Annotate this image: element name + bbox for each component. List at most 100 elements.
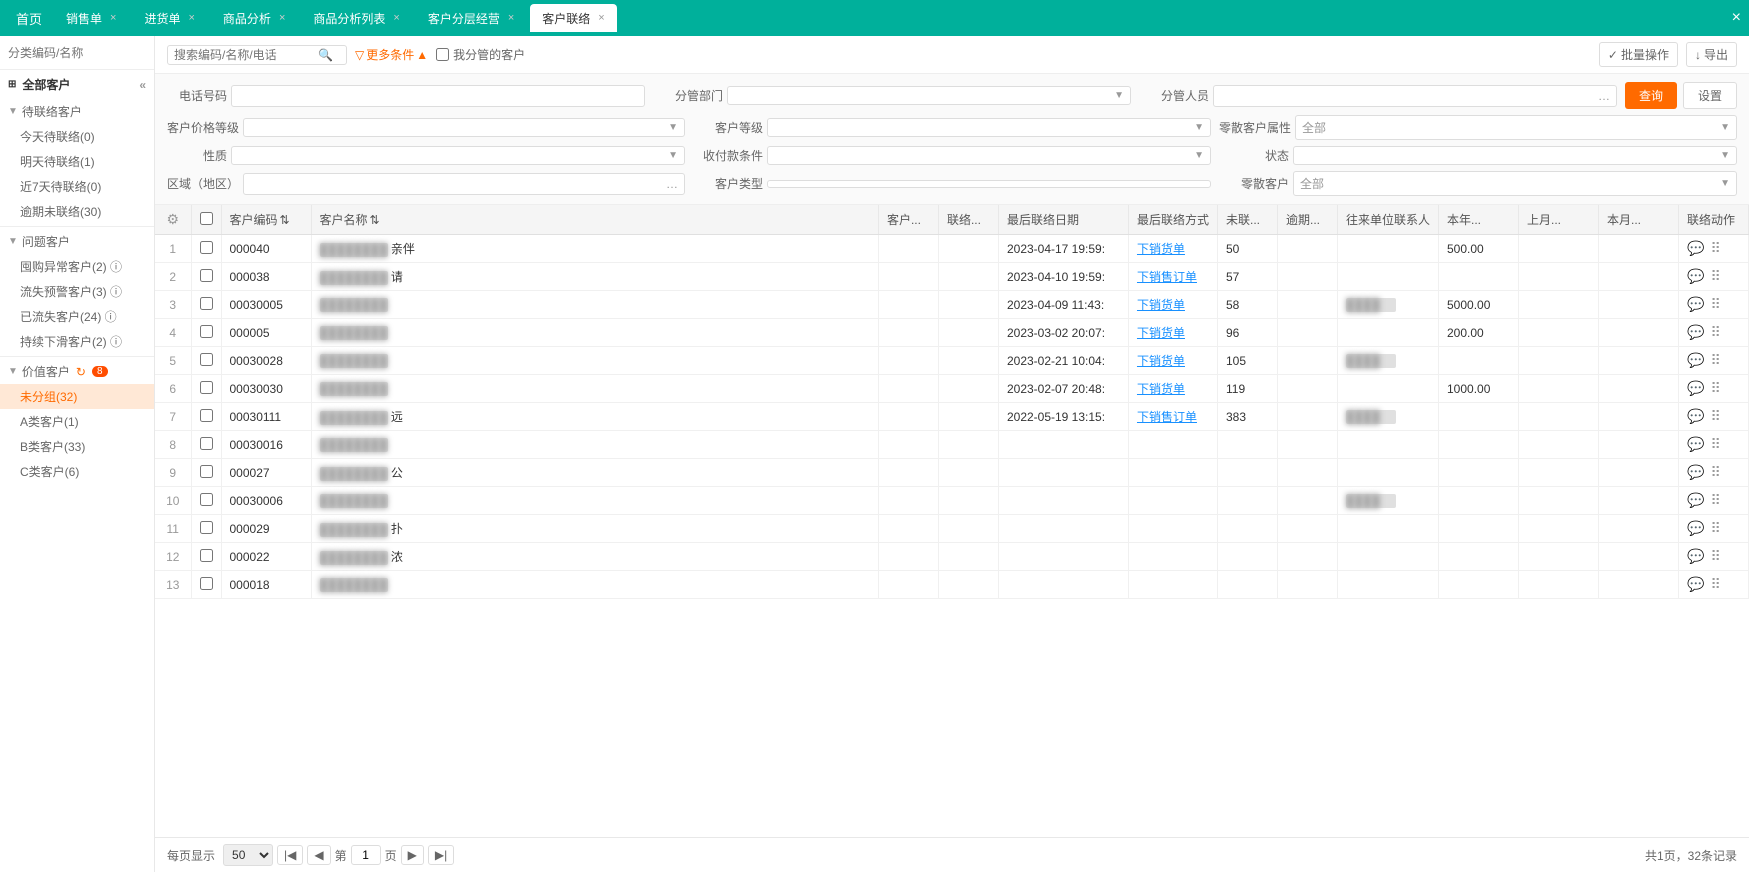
row-checkbox-cell[interactable] (191, 543, 221, 571)
dept-select[interactable]: ▼ (727, 86, 1131, 105)
all-customers-header[interactable]: ⊞ 全部客户 « (0, 70, 154, 99)
zero-attr-select[interactable]: 全部 ▼ (1295, 115, 1737, 140)
person-select[interactable]: … (1213, 85, 1617, 107)
row-action[interactable]: 💬 ⠿ (1679, 347, 1749, 375)
row-last-way[interactable]: 下销货单 (1128, 291, 1217, 319)
tab-product-analysis-list[interactable]: 商品分析列表 × (301, 4, 411, 32)
more-action-icon[interactable]: ⠿ (1710, 296, 1720, 313)
last-way-link[interactable]: 下销货单 (1137, 298, 1185, 312)
page-size-select[interactable]: 50 20 100 (223, 844, 273, 866)
status-select[interactable]: ▼ (1293, 146, 1737, 165)
last-way-link[interactable]: 下销货单 (1137, 242, 1185, 256)
chat-icon[interactable]: 💬 (1687, 464, 1704, 481)
sidebar-item-c-class[interactable]: C类客户(6) (0, 459, 154, 484)
sidebar-item-churned[interactable]: 已流失客户(24) ⓘ (0, 304, 154, 329)
row-action[interactable]: 💬 ⠿ (1679, 487, 1749, 515)
current-page-input[interactable] (351, 845, 381, 865)
chat-icon[interactable]: 💬 (1687, 436, 1704, 453)
last-way-link[interactable]: 下销货单 (1137, 382, 1185, 396)
my-customers-check[interactable] (436, 48, 449, 61)
zero-customer-select[interactable]: 全部 ▼ (1293, 171, 1737, 196)
chat-icon[interactable]: 💬 (1687, 576, 1704, 593)
row-checkbox-cell[interactable] (191, 431, 221, 459)
more-action-icon[interactable]: ⠿ (1710, 492, 1720, 509)
chat-icon[interactable]: 💬 (1687, 324, 1704, 341)
row-checkbox[interactable] (200, 409, 213, 422)
prev-page-button[interactable]: ◀ (307, 845, 330, 865)
row-last-way[interactable]: 下销货单 (1128, 347, 1217, 375)
row-action[interactable]: 💬 ⠿ (1679, 291, 1749, 319)
row-checkbox-cell[interactable] (191, 487, 221, 515)
row-action[interactable]: 💬 ⠿ (1679, 459, 1749, 487)
row-checkbox[interactable] (200, 297, 213, 310)
bulk-operations-button[interactable]: ✓ 批量操作 (1599, 42, 1678, 67)
sidebar-item-b-class[interactable]: B类客户(33) (0, 434, 154, 459)
tab-customer-segment[interactable]: 客户分层经营 × (416, 4, 526, 32)
row-checkbox-cell[interactable] (191, 571, 221, 599)
sidebar-group-problem[interactable]: ▼ 问题客户 (0, 229, 154, 254)
first-page-button[interactable]: |◀ (277, 845, 303, 865)
sidebar-item-today-pending[interactable]: 今天待联络(0) (0, 124, 154, 149)
row-checkbox[interactable] (200, 353, 213, 366)
sidebar-item-a-class[interactable]: A类客户(1) (0, 409, 154, 434)
select-all-checkbox[interactable] (200, 212, 213, 225)
next-page-button[interactable]: ▶ (401, 845, 424, 865)
row-action[interactable]: 💬 ⠿ (1679, 263, 1749, 291)
tab-customer-contact[interactable]: 客户联络 × (530, 4, 616, 32)
more-action-icon[interactable]: ⠿ (1710, 548, 1720, 565)
close-customer-contact-tab[interactable]: × (598, 12, 604, 24)
row-action[interactable]: 💬 ⠿ (1679, 319, 1749, 347)
region-dots-icon[interactable]: … (666, 177, 678, 191)
chat-icon[interactable]: 💬 (1687, 548, 1704, 565)
more-action-icon[interactable]: ⠿ (1710, 408, 1720, 425)
more-action-icon[interactable]: ⠿ (1710, 352, 1720, 369)
row-checkbox[interactable] (200, 465, 213, 478)
row-checkbox[interactable] (200, 521, 213, 534)
chat-icon[interactable]: 💬 (1687, 380, 1704, 397)
sidebar-group-pending[interactable]: ▼ 待联络客户 (0, 99, 154, 124)
sidebar-item-ungroup[interactable]: 未分组(32) (0, 384, 154, 409)
sidebar-item-churn-warning[interactable]: 流失预警客户(3) ⓘ (0, 279, 154, 304)
payment-select[interactable]: ▼ (767, 146, 1211, 165)
chat-icon[interactable]: 💬 (1687, 268, 1704, 285)
row-checkbox[interactable] (200, 549, 213, 562)
more-action-icon[interactable]: ⠿ (1710, 464, 1720, 481)
tab-product-analysis[interactable]: 商品分析 × (211, 4, 297, 32)
more-action-icon[interactable]: ⠿ (1710, 576, 1720, 593)
close-sales-order-tab[interactable]: × (110, 12, 116, 24)
close-purchase-order-tab[interactable]: × (188, 12, 194, 24)
col-header-code[interactable]: 客户编码⇅ (221, 205, 311, 235)
row-action[interactable]: 💬 ⠿ (1679, 431, 1749, 459)
chat-icon[interactable]: 💬 (1687, 240, 1704, 257)
more-action-icon[interactable]: ⠿ (1710, 324, 1720, 341)
last-way-link[interactable]: 下销售订单 (1137, 270, 1197, 284)
row-checkbox-cell[interactable] (191, 235, 221, 263)
row-checkbox[interactable] (200, 269, 213, 282)
more-action-icon[interactable]: ⠿ (1710, 436, 1720, 453)
close-product-analysis-tab[interactable]: × (279, 12, 285, 24)
export-button[interactable]: ↓ 导出 (1686, 42, 1737, 67)
row-checkbox[interactable] (200, 493, 213, 506)
last-way-link[interactable]: 下销货单 (1137, 354, 1185, 368)
region-select[interactable]: … (243, 173, 685, 195)
gear-icon[interactable]: ⚙ (166, 211, 179, 227)
row-checkbox-cell[interactable] (191, 347, 221, 375)
last-way-link[interactable]: 下销货单 (1137, 326, 1185, 340)
row-action[interactable]: 💬 ⠿ (1679, 403, 1749, 431)
col-header-name[interactable]: 客户名称⇅ (311, 205, 878, 235)
last-page-button[interactable]: ▶| (428, 845, 454, 865)
person-dots-icon[interactable]: … (1598, 89, 1610, 103)
refresh-icon[interactable]: ↻ (76, 365, 86, 379)
phone-input[interactable] (231, 85, 645, 107)
row-last-way[interactable]: 下销货单 (1128, 375, 1217, 403)
select-all-column[interactable] (191, 205, 221, 235)
row-checkbox-cell[interactable] (191, 263, 221, 291)
chat-icon[interactable]: 💬 (1687, 408, 1704, 425)
sidebar-group-value[interactable]: ▼ 价值客户 ↻ 8 (0, 359, 154, 384)
row-action[interactable]: 💬 ⠿ (1679, 515, 1749, 543)
sidebar-search-input[interactable] (8, 46, 155, 60)
row-checkbox[interactable] (200, 437, 213, 450)
row-checkbox-cell[interactable] (191, 319, 221, 347)
close-window-icon[interactable]: × (1732, 9, 1741, 27)
row-action[interactable]: 💬 ⠿ (1679, 543, 1749, 571)
